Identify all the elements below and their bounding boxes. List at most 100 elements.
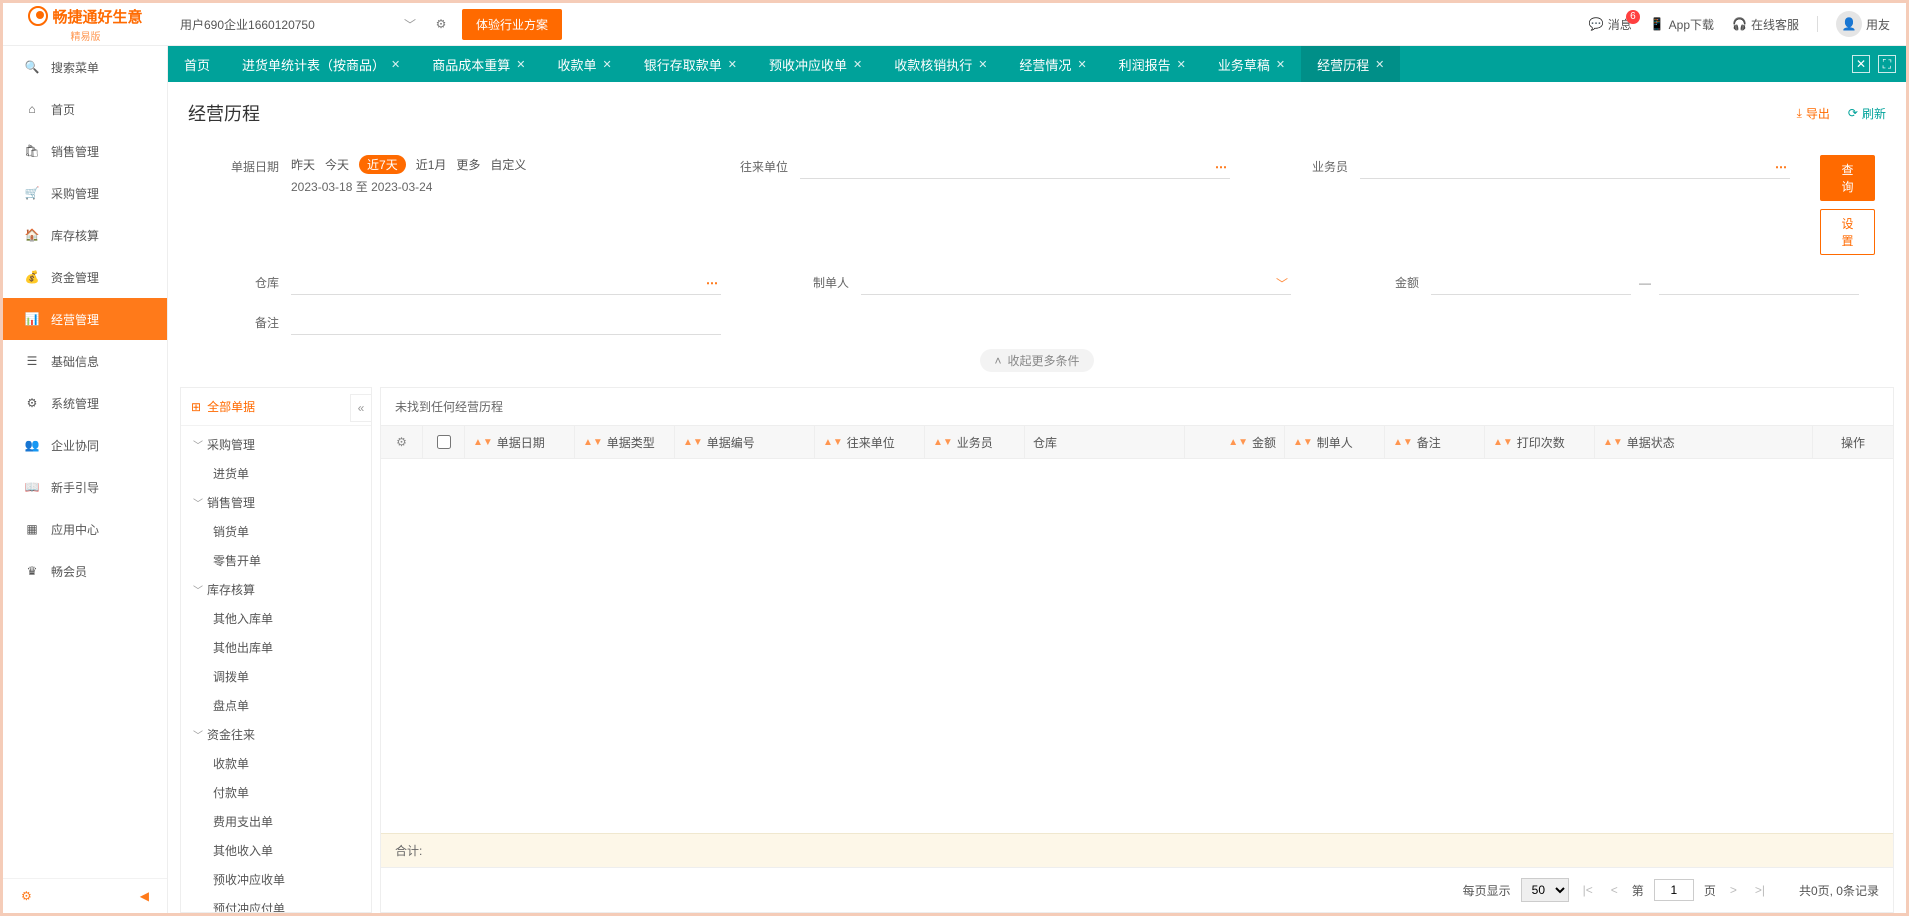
tab-cost-recalc[interactable]: 商品成本重算✕ (416, 46, 541, 82)
user-menu[interactable]: 👤 用友 (1836, 11, 1890, 37)
salesman-input[interactable] (1360, 155, 1790, 179)
tree-leaf[interactable]: 进货单 (181, 459, 371, 488)
tree-leaf[interactable]: 预收冲应收单 (181, 865, 371, 894)
remark-input[interactable] (291, 311, 721, 335)
amount-from-input[interactable] (1431, 271, 1631, 295)
tree-group[interactable]: ﹀采购管理 (181, 430, 371, 459)
column-settings-button[interactable]: ⚙ (381, 426, 423, 458)
close-icon[interactable]: ✕ (1375, 58, 1384, 71)
tree-group[interactable]: ﹀库存核算 (181, 575, 371, 604)
col-doc-type[interactable]: ▲▼单据类型 (575, 426, 675, 458)
tree-leaf[interactable]: 其他出库单 (181, 633, 371, 662)
tree-leaf[interactable]: 预付冲应付单 (181, 894, 371, 912)
col-doc-no[interactable]: ▲▼单据编号 (675, 426, 815, 458)
tree-leaf[interactable]: 销货单 (181, 517, 371, 546)
select-all-checkbox[interactable] (437, 435, 451, 449)
col-status[interactable]: ▲▼单据状态 (1595, 426, 1813, 458)
sidebar-item-operations[interactable]: 📊经营管理 (3, 298, 167, 340)
sidebar-item-system[interactable]: ⚙系统管理 (3, 382, 167, 424)
filter-settings-button[interactable]: 设置 (1820, 209, 1875, 255)
page-size-select[interactable]: 50 (1521, 878, 1569, 902)
tab-prepay-offset[interactable]: 预收冲应收单✕ (753, 46, 878, 82)
tree-leaf[interactable]: 收款单 (181, 749, 371, 778)
sidebar-item-search[interactable]: 🔍搜索菜单 (3, 46, 167, 88)
col-maker[interactable]: ▲▼制单人 (1285, 426, 1385, 458)
tab-draft[interactable]: 业务草稿✕ (1202, 46, 1301, 82)
gear-icon[interactable]: ⚙ (21, 889, 32, 903)
col-doc-date[interactable]: ▲▼单据日期 (465, 426, 575, 458)
close-icon[interactable]: ✕ (1177, 58, 1186, 71)
tab-bank[interactable]: 银行存取款单✕ (628, 46, 753, 82)
sidebar-item-funds[interactable]: 💰资金管理 (3, 256, 167, 298)
expand-tabs-button[interactable]: ⛶ (1878, 55, 1896, 73)
close-icon[interactable]: ✕ (603, 58, 612, 71)
sidebar-item-inventory[interactable]: 🏠库存核算 (3, 214, 167, 256)
col-amount[interactable]: ▲▼金额 (1185, 426, 1285, 458)
close-icon[interactable]: ✕ (1077, 58, 1086, 71)
col-warehouse[interactable]: 仓库 (1025, 426, 1185, 458)
app-download-button[interactable]: 📱 App下载 (1650, 16, 1714, 33)
sidebar-item-member[interactable]: ♛畅会员 (3, 550, 167, 592)
sidebar-item-purchase[interactable]: 🛒采购管理 (3, 172, 167, 214)
lookup-icon[interactable]: ⋯ (706, 276, 719, 290)
refresh-button[interactable]: ⟳刷新 (1848, 105, 1886, 122)
lookup-icon[interactable]: ⋯ (1215, 160, 1228, 174)
tree-root[interactable]: ⊞ 全部单据 (181, 388, 371, 426)
settings-gear-button[interactable]: ⚙ (428, 11, 454, 37)
tab-business-status[interactable]: 经营情况✕ (1003, 46, 1102, 82)
date-tag-today[interactable]: 今天 (325, 156, 349, 173)
sidebar-item-collab[interactable]: 👥企业协同 (3, 424, 167, 466)
messages-button[interactable]: 💬 消息 6 (1589, 16, 1632, 33)
tab-receipt[interactable]: 收款单✕ (541, 46, 627, 82)
collapse-sidebar-icon[interactable]: ◀ (140, 889, 149, 903)
tree-group[interactable]: ﹀销售管理 (181, 488, 371, 517)
last-page-button[interactable]: >| (1751, 883, 1769, 897)
date-tag-yesterday[interactable]: 昨天 (291, 156, 315, 173)
maker-input[interactable] (861, 271, 1291, 295)
close-icon[interactable]: ✕ (853, 58, 862, 71)
tree-leaf[interactable]: 其他入库单 (181, 604, 371, 633)
close-all-tabs-button[interactable]: ✕ (1852, 55, 1870, 73)
sidebar-item-sales[interactable]: 🛍销售管理 (3, 130, 167, 172)
partner-input[interactable] (800, 155, 1230, 179)
export-button[interactable]: ⤓导出 (1797, 105, 1830, 122)
tree-leaf[interactable]: 盘点单 (181, 691, 371, 720)
tab-home[interactable]: 首页 (168, 46, 226, 82)
tree-leaf[interactable]: 调拨单 (181, 662, 371, 691)
date-tag-more[interactable]: 更多 (456, 156, 480, 173)
online-service-button[interactable]: 🎧 在线客服 (1732, 16, 1799, 33)
date-tag-1month[interactable]: 近1月 (416, 156, 447, 173)
collapse-tree-button[interactable]: « (350, 394, 372, 422)
close-icon[interactable]: ✕ (391, 58, 400, 71)
amount-to-input[interactable] (1659, 271, 1859, 295)
date-tag-7days[interactable]: 近7天 (359, 155, 406, 174)
page-number-input[interactable] (1654, 879, 1694, 901)
col-salesman[interactable]: ▲▼业务员 (925, 426, 1025, 458)
tree-leaf[interactable]: 费用支出单 (181, 807, 371, 836)
collapse-filters-button[interactable]: ˄ 收起更多条件 (980, 349, 1093, 372)
first-page-button[interactable]: |< (1579, 883, 1597, 897)
tab-profit[interactable]: 利润报告✕ (1103, 46, 1202, 82)
tree-group[interactable]: ﹀资金往来 (181, 720, 371, 749)
close-icon[interactable]: ✕ (1276, 58, 1285, 71)
warehouse-input[interactable] (291, 271, 721, 295)
tab-purchase-stat[interactable]: 进货单统计表（按商品）✕ (226, 46, 416, 82)
col-print-count[interactable]: ▲▼打印次数 (1485, 426, 1595, 458)
next-page-button[interactable]: > (1726, 883, 1741, 897)
col-remark[interactable]: ▲▼备注 (1385, 426, 1485, 458)
close-icon[interactable]: ✕ (728, 58, 737, 71)
tree-body[interactable]: ﹀采购管理 进货单 ﹀销售管理 销货单 零售开单 ﹀库存核算 其他入库单 其他出… (181, 426, 371, 912)
tenant-selector[interactable]: 用户690企业1660120750 ﹀ (168, 16, 428, 33)
sidebar-item-home[interactable]: ⌂首页 (3, 88, 167, 130)
tree-leaf[interactable]: 付款单 (181, 778, 371, 807)
date-tag-custom[interactable]: 自定义 (490, 156, 526, 173)
tree-leaf[interactable]: 零售开单 (181, 546, 371, 575)
query-button[interactable]: 查询 (1820, 155, 1875, 201)
tab-receipt-verify[interactable]: 收款核销执行✕ (878, 46, 1003, 82)
chevron-down-icon[interactable]: ﹀ (1276, 275, 1289, 292)
promo-button[interactable]: 体验行业方案 (462, 9, 562, 40)
col-partner[interactable]: ▲▼往来单位 (815, 426, 925, 458)
tab-business-history[interactable]: 经营历程✕ (1301, 46, 1400, 82)
close-icon[interactable]: ✕ (978, 58, 987, 71)
sidebar-item-basedata[interactable]: ☰基础信息 (3, 340, 167, 382)
